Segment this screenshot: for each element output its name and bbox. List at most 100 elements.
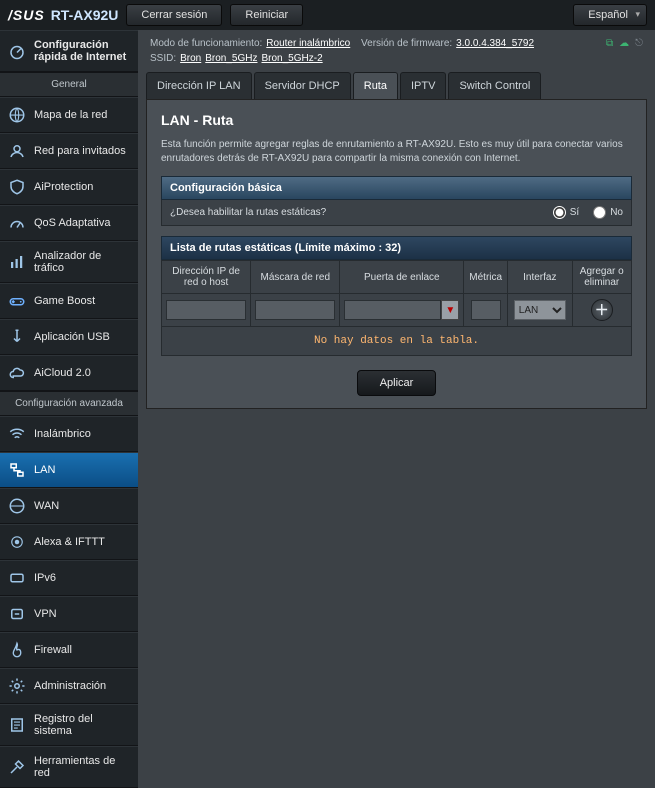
sidebar-item-traffic-analyzer[interactable]: Analizador de tráfico	[0, 241, 138, 283]
gear-icon	[8, 677, 26, 695]
sidebar-item-guest-network[interactable]: Red para invitados	[0, 133, 138, 169]
apply-button[interactable]: Aplicar	[357, 370, 437, 396]
sidebar-item-alexa-ifttt[interactable]: Alexa & IFTTT	[0, 524, 138, 560]
sidebar-item-network-tools[interactable]: Herramientas de red	[0, 746, 138, 788]
sidebar-item-game-boost[interactable]: Game Boost	[0, 283, 138, 319]
sidebar-item-wireless[interactable]: Inalámbrico	[0, 416, 138, 452]
fw-value[interactable]: 3.0.0.4.384_5792	[456, 38, 534, 49]
sidebar-item-label: AiCloud 2.0	[34, 367, 91, 379]
col-ip: Dirección IP de red o host	[162, 261, 251, 294]
sidebar-section-advanced: Configuración avanzada	[0, 391, 138, 416]
radio-yes[interactable]: Sí	[553, 206, 579, 219]
ssid-value-1[interactable]: Bron	[180, 53, 201, 64]
col-mask: Máscara de red	[251, 261, 340, 294]
log-icon	[8, 716, 26, 734]
metric-input[interactable]	[471, 300, 501, 320]
lan-icon	[8, 461, 26, 479]
guest-icon	[8, 142, 26, 160]
ipv6-icon	[8, 569, 26, 587]
sidebar-item-lan[interactable]: LAN	[0, 452, 138, 488]
sidebar-item-aiprotection[interactable]: AiProtection	[0, 169, 138, 205]
globe-icon	[8, 106, 26, 124]
sidebar-item-vpn[interactable]: VPN	[0, 596, 138, 632]
sidebar-item-network-map[interactable]: Mapa de la red	[0, 97, 138, 133]
mesh-icon[interactable]: ⧉	[606, 38, 613, 49]
sidebar-item-system-log[interactable]: Registro del sistema	[0, 704, 138, 746]
sidebar-item-usb-app[interactable]: Aplicación USB	[0, 319, 138, 355]
sidebar-item-label: Registro del sistema	[34, 713, 130, 737]
usb-icon	[8, 328, 26, 346]
sidebar-item-wan[interactable]: WAN	[0, 488, 138, 524]
tab-iptv[interactable]: IPTV	[400, 72, 446, 99]
page-description: Esta función permite agregar reglas de e…	[161, 138, 632, 166]
static-routes-question: ¿Desea habilitar la rutas estáticas?	[170, 207, 539, 218]
reboot-button[interactable]: Reiniciar	[230, 4, 303, 26]
tab-bar: Dirección IP LAN Servidor DHCP Ruta IPTV…	[146, 72, 647, 100]
info-row-ssid: SSID: Bron Bron_5GHz Bron_5GHz-2	[146, 51, 647, 66]
sidebar-item-label: VPN	[34, 608, 57, 620]
sidebar-item-aicloud[interactable]: AiCloud 2.0	[0, 355, 138, 391]
sidebar-item-label: Inalámbrico	[34, 428, 91, 440]
static-routes-enable-row: ¿Desea habilitar la rutas estáticas? Sí …	[161, 200, 632, 226]
tools-icon	[8, 758, 26, 776]
logout-button[interactable]: Cerrar sesión	[126, 4, 222, 26]
sidebar-item-label: Game Boost	[34, 295, 95, 307]
mode-value[interactable]: Router inalámbrico	[266, 38, 350, 49]
route-panel: LAN - Ruta Esta función permite agregar …	[146, 100, 647, 409]
radio-no[interactable]: No	[593, 206, 623, 219]
sidebar-item-label: Administración	[34, 680, 106, 692]
info-row-mode: Modo de funcionamiento: Router inalámbri…	[146, 36, 647, 51]
wifi-icon	[8, 425, 26, 443]
usb-status-icon[interactable]: ⎋	[635, 38, 643, 49]
page-title: LAN - Ruta	[161, 112, 632, 128]
col-metric: Métrica	[464, 261, 508, 294]
sidebar-item-ipv6[interactable]: IPv6	[0, 560, 138, 596]
ssid-value-2[interactable]: Bron_5GHz	[205, 53, 257, 64]
sidebar-item-label: QoS Adaptativa	[34, 217, 110, 229]
content-panel: Modo de funcionamiento: Router inalámbri…	[138, 30, 655, 788]
sidebar-item-label: Mapa de la red	[34, 109, 107, 121]
routes-list-header: Lista de rutas estáticas (Límite máximo …	[161, 236, 632, 260]
sidebar-item-qis[interactable]: Configuración rápida de Internet	[0, 30, 138, 72]
sidebar-item-administration[interactable]: Administración	[0, 668, 138, 704]
sidebar-item-label: Red para invitados	[34, 145, 126, 157]
sidebar-item-label: Aplicación USB	[34, 331, 110, 343]
vpn-icon	[8, 605, 26, 623]
add-route-button[interactable]: ＋	[591, 299, 613, 321]
sidebar-item-label: LAN	[34, 464, 55, 476]
sidebar-item-label: Configuración rápida de Internet	[34, 39, 130, 63]
interface-select[interactable]: LAN	[514, 300, 566, 320]
sidebar-item-label: Firewall	[34, 644, 72, 656]
sidebar-item-label: Alexa & IFTTT	[34, 536, 105, 548]
col-gateway: Puerta de enlace	[340, 261, 464, 294]
tab-route[interactable]: Ruta	[353, 72, 398, 99]
shield-icon	[8, 178, 26, 196]
tab-lan-ip[interactable]: Dirección IP LAN	[146, 72, 252, 99]
netmask-input[interactable]	[255, 300, 335, 320]
col-interface: Interfaz	[508, 261, 572, 294]
sidebar-section-general: General	[0, 72, 138, 97]
sidebar-item-label: Herramientas de red	[34, 755, 130, 779]
gateway-input[interactable]	[344, 300, 441, 320]
sidebar: Configuración rápida de Internet General…	[0, 30, 138, 788]
col-action: Agregar o eliminar	[572, 261, 632, 294]
globe-icon	[8, 497, 26, 515]
language-dropdown[interactable]: Español	[573, 4, 647, 26]
tab-dhcp-server[interactable]: Servidor DHCP	[254, 72, 351, 99]
cloud-icon	[8, 364, 26, 382]
chart-icon	[8, 253, 26, 271]
ssid-value-3[interactable]: Bron_5GHz-2	[262, 53, 323, 64]
ip-input[interactable]	[166, 300, 246, 320]
tab-switch-control[interactable]: Switch Control	[448, 72, 541, 99]
speedometer-icon	[8, 214, 26, 232]
sidebar-item-label: WAN	[34, 500, 59, 512]
sidebar-item-qos[interactable]: QoS Adaptativa	[0, 205, 138, 241]
sidebar-item-label: AiProtection	[34, 181, 93, 193]
ssid-label: SSID:	[150, 53, 176, 64]
sidebar-item-firewall[interactable]: Firewall	[0, 632, 138, 668]
gateway-dropdown-icon[interactable]: ▼	[441, 300, 459, 320]
fire-icon	[8, 641, 26, 659]
gamepad-icon	[8, 292, 26, 310]
sidebar-item-label: IPv6	[34, 572, 56, 584]
aimesh-icon[interactable]: ☁	[619, 38, 629, 49]
